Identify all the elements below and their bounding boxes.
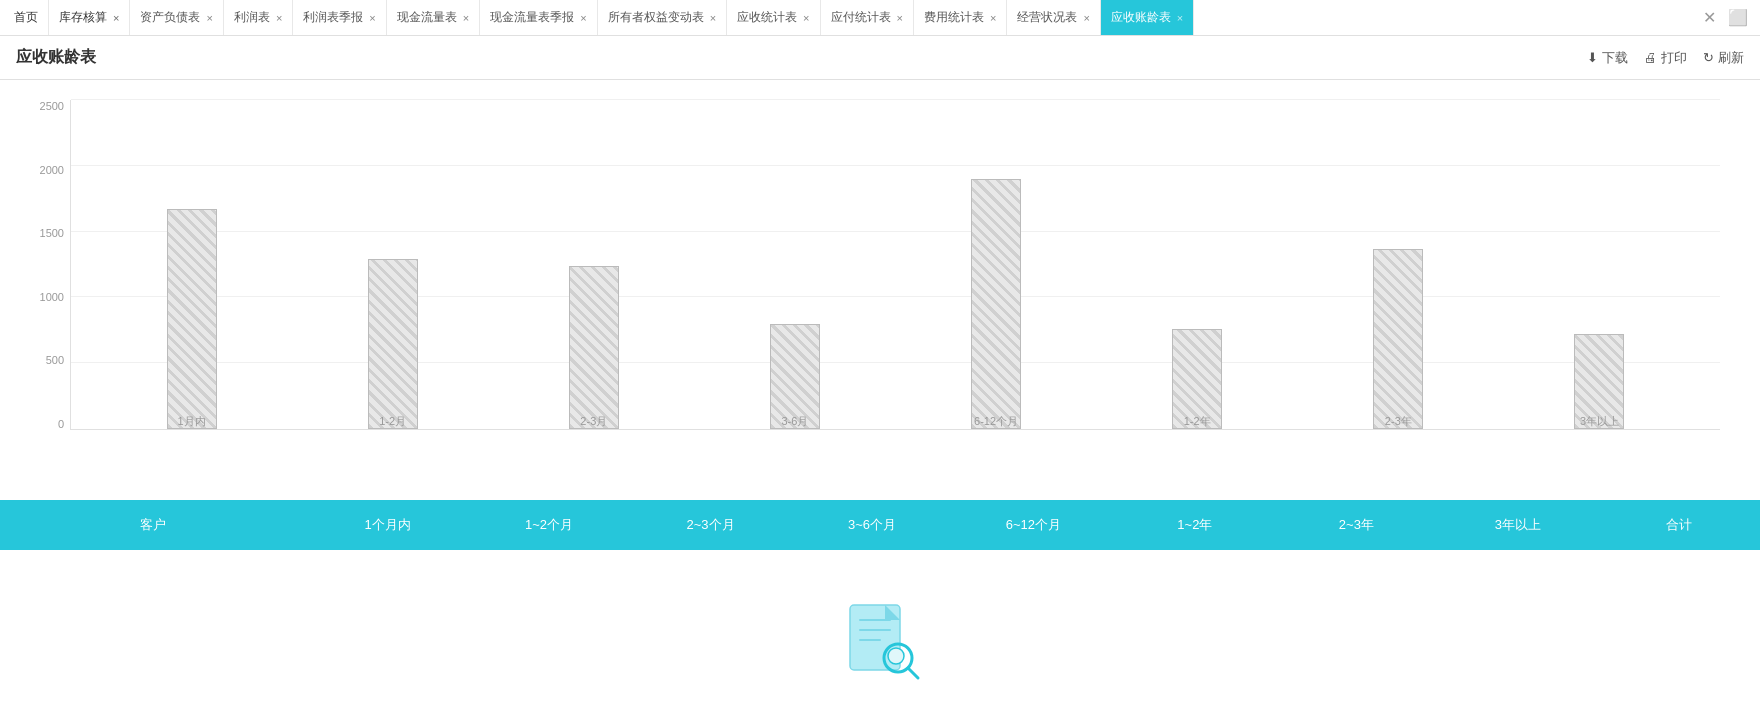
table-header-cell-6: 1~2年 xyxy=(1114,516,1275,534)
y-axis-label: 2000 xyxy=(40,164,64,176)
table-header-cell-2: 1~2个月 xyxy=(468,516,629,534)
tab-close-equity[interactable]: × xyxy=(710,12,716,24)
table-header-cell-4: 3~6个月 xyxy=(791,516,952,534)
tab-label: 库存核算 xyxy=(59,9,107,26)
table-header-cell-0: 客户 xyxy=(0,516,307,534)
tab-label: 应收统计表 xyxy=(737,9,797,26)
print-button[interactable]: 🖨 打印 xyxy=(1644,49,1687,67)
table-header-cell-3: 2~3个月 xyxy=(630,516,791,534)
tab-close-ar-stat[interactable]: × xyxy=(803,12,809,24)
download-button[interactable]: ⬇ 下载 xyxy=(1587,49,1628,67)
chart-area: 0 500 1000 1500 2000 2500 1月内 1-2月 2-3月 3-6月 6-12… xyxy=(0,80,1760,500)
tab-ar-stat[interactable]: 应收统计表 × xyxy=(727,0,820,36)
tab-label: 经营状况表 xyxy=(1017,9,1077,26)
tab-label: 现金流量表季报 xyxy=(490,9,574,26)
tab-close-balance-sheet[interactable]: × xyxy=(206,12,212,24)
bar xyxy=(1373,249,1423,429)
main-content: 0 500 1000 1500 2000 2500 1月内 1-2月 2-3月 3-6月 6-12… xyxy=(0,80,1760,720)
y-axis: 0 500 1000 1500 2000 2500 xyxy=(20,100,70,430)
x-axis-label: 3年以上 xyxy=(1574,414,1624,429)
tab-ar-aging[interactable]: 应收账龄表 × xyxy=(1101,0,1194,36)
table-header-cell-9: 合计 xyxy=(1599,516,1760,534)
y-axis-label: 1500 xyxy=(40,227,64,239)
bar-group xyxy=(368,259,418,429)
chart-body: 1月内 1-2月 2-3月 3-6月 6-12个月 1-2年 2-3年 3年以上 xyxy=(70,100,1720,430)
tab-cashflow-quarterly[interactable]: 现金流量表季报 × xyxy=(480,0,597,36)
tab-balance-sheet[interactable]: 资产负债表 × xyxy=(130,0,223,36)
empty-state xyxy=(0,550,1760,720)
tab-close-cashflow[interactable]: × xyxy=(463,12,469,24)
page-title: 应收账龄表 xyxy=(16,47,96,68)
download-icon: ⬇ xyxy=(1587,50,1598,65)
tab-close-inventory[interactable]: × xyxy=(113,12,119,24)
header-actions: ⬇ 下载 🖨 打印 ↻ 刷新 xyxy=(1587,49,1744,67)
bar-group xyxy=(1373,249,1423,429)
x-axis-label: 1-2年 xyxy=(1172,414,1222,429)
tab-home[interactable]: 首页 xyxy=(4,0,49,36)
y-axis-label: 500 xyxy=(46,354,64,366)
tab-expense-stat[interactable]: 费用统计表 × xyxy=(914,0,1007,36)
bar xyxy=(971,179,1021,429)
page-header: 应收账龄表 ⬇ 下载 🖨 打印 ↻ 刷新 xyxy=(0,36,1760,80)
refresh-button[interactable]: ↻ 刷新 xyxy=(1703,49,1744,67)
bar-group xyxy=(167,209,217,429)
tab-cashflow[interactable]: 现金流量表 × xyxy=(387,0,480,36)
empty-icon xyxy=(830,590,930,690)
tab-bar: 首页 库存核算×资产负债表×利润表×利润表季报×现金流量表×现金流量表季报×所有… xyxy=(0,0,1760,36)
x-axis-label: 2-3年 xyxy=(1373,414,1423,429)
table-header-cell-1: 1个月内 xyxy=(307,516,468,534)
tab-ap-stat[interactable]: 应付统计表 × xyxy=(821,0,914,36)
table-header-cell-7: 2~3年 xyxy=(1276,516,1437,534)
bar xyxy=(368,259,418,429)
bar-chart: 0 500 1000 1500 2000 2500 1月内 1-2月 2-3月 3-6月 6-12… xyxy=(20,100,1720,460)
bar-group xyxy=(569,266,619,429)
tab-label: 利润表 xyxy=(234,9,270,26)
tab-close-profit[interactable]: × xyxy=(276,12,282,24)
tab-close-expense-stat[interactable]: × xyxy=(990,12,996,24)
x-axis-label: 1-2月 xyxy=(368,414,418,429)
maximize-window-button[interactable]: ⬜ xyxy=(1724,6,1752,29)
tab-profit[interactable]: 利润表 × xyxy=(224,0,293,36)
tab-label: 费用统计表 xyxy=(924,9,984,26)
table-header: 客户1个月内1~2个月2~3个月3~6个月6~12个月1~2年2~3年3年以上合… xyxy=(0,500,1760,550)
x-axis-label: 6-12个月 xyxy=(971,414,1021,429)
tab-close-ar-aging[interactable]: × xyxy=(1177,12,1183,24)
tab-label: 所有者权益变动表 xyxy=(608,9,704,26)
tab-inventory[interactable]: 库存核算 × xyxy=(49,0,130,36)
x-axis-label: 3-6月 xyxy=(770,414,820,429)
bar xyxy=(569,266,619,429)
y-axis-label: 2500 xyxy=(40,100,64,112)
x-axis-label: 2-3月 xyxy=(569,414,619,429)
tab-label: 资产负债表 xyxy=(140,9,200,26)
tab-profit-quarterly[interactable]: 利润表季报 × xyxy=(293,0,386,36)
tab-close-ap-stat[interactable]: × xyxy=(897,12,903,24)
table-header-cell-8: 3年以上 xyxy=(1437,516,1598,534)
tab-label: 利润表季报 xyxy=(303,9,363,26)
y-axis-label: 1000 xyxy=(40,291,64,303)
bar xyxy=(167,209,217,429)
bar-group xyxy=(971,179,1021,429)
tab-equity[interactable]: 所有者权益变动表 × xyxy=(598,0,727,36)
refresh-icon: ↻ xyxy=(1703,50,1714,65)
tab-operation[interactable]: 经营状况表 × xyxy=(1007,0,1100,36)
x-axis-label: 1月内 xyxy=(167,414,217,429)
tab-close-operation[interactable]: × xyxy=(1083,12,1089,24)
table-header-cell-5: 6~12个月 xyxy=(953,516,1114,534)
tab-label: 现金流量表 xyxy=(397,9,457,26)
print-icon: 🖨 xyxy=(1644,50,1657,65)
close-window-button[interactable]: ✕ xyxy=(1699,6,1720,29)
svg-line-6 xyxy=(908,668,918,678)
tab-bar-actions: ✕ ⬜ xyxy=(1699,6,1756,29)
tab-close-profit-quarterly[interactable]: × xyxy=(369,12,375,24)
tab-close-cashflow-quarterly[interactable]: × xyxy=(580,12,586,24)
y-axis-label: 0 xyxy=(58,418,64,430)
svg-point-5 xyxy=(888,648,904,664)
tab-label: 应收账龄表 xyxy=(1111,9,1171,26)
tab-label: 应付统计表 xyxy=(831,9,891,26)
